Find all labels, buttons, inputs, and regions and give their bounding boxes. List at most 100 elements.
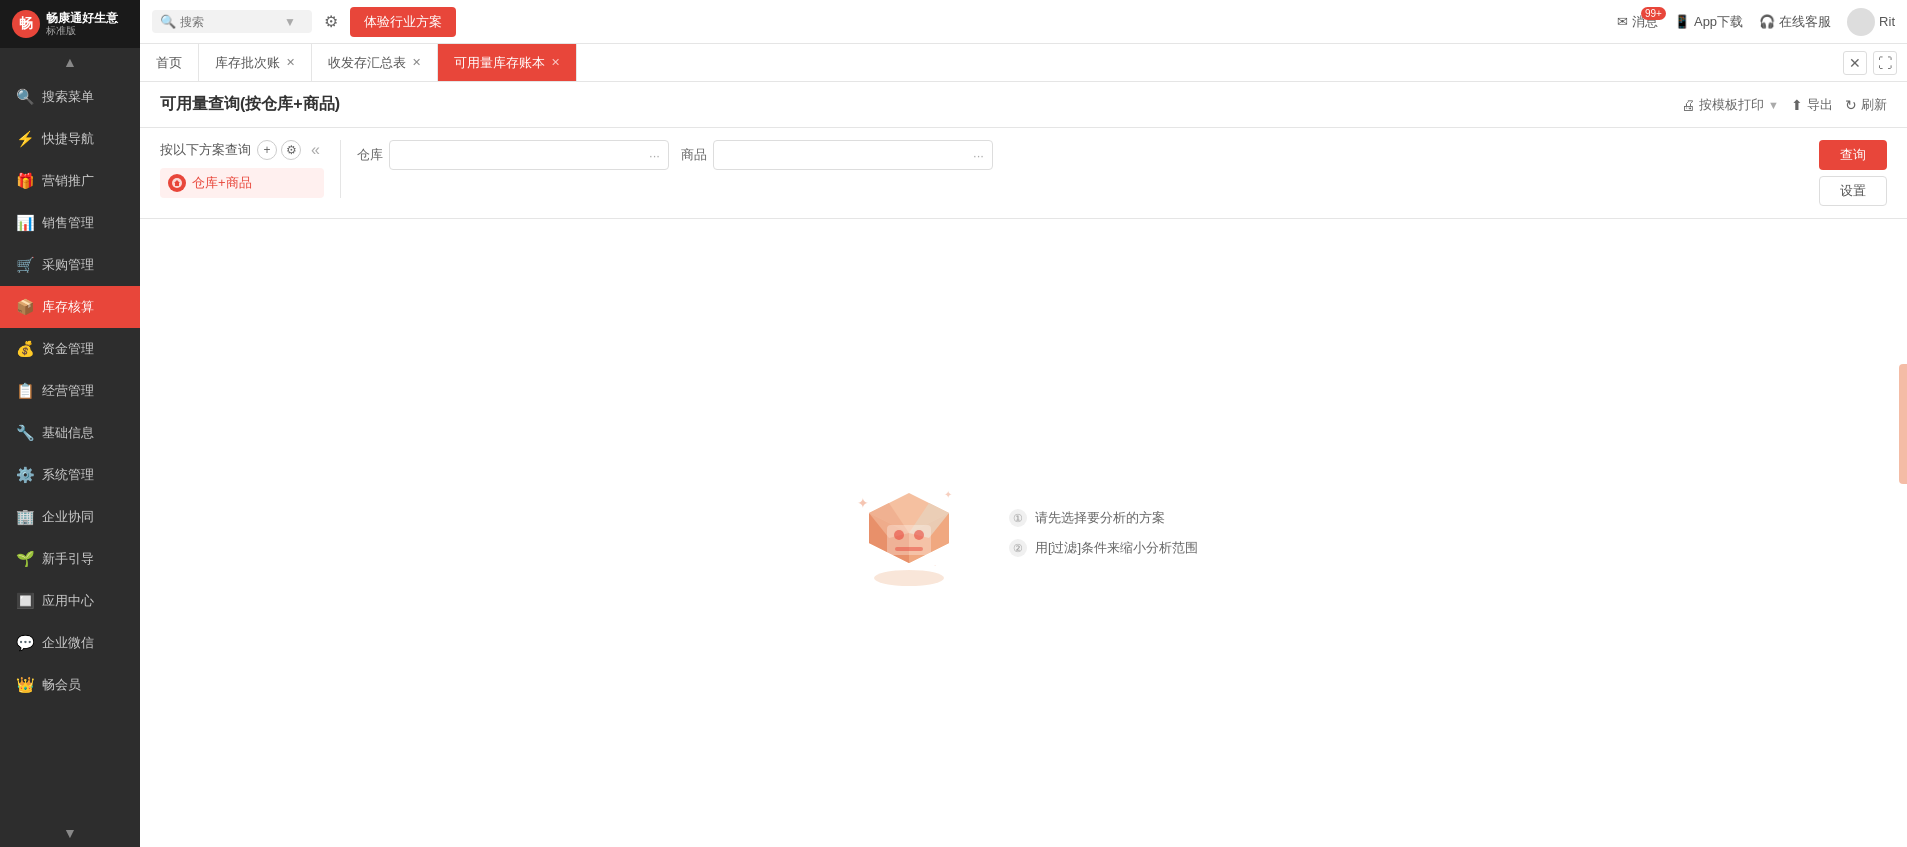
scheme-item-icon — [168, 174, 186, 192]
topbar-search-input[interactable] — [180, 15, 280, 29]
newguide-icon: 🌱 — [16, 550, 34, 568]
filter-row-1: 仓库 ··· 商品 ··· — [357, 140, 1791, 170]
sidebar-item-purchase[interactable]: 🛒 采购管理 — [0, 244, 140, 286]
topbar-gear-icon[interactable]: ⚙ — [320, 8, 342, 35]
empty-hint-1: ① 请先选择要分析的方案 — [1009, 509, 1198, 527]
filter-scheme-header: 按以下方案查询 + ⚙ « — [160, 140, 324, 160]
svg-text:✦: ✦ — [944, 489, 952, 500]
query-button[interactable]: 查询 — [1819, 140, 1887, 170]
refresh-icon: ↻ — [1845, 97, 1857, 113]
tab-available-ledger-close[interactable]: ✕ — [551, 57, 560, 68]
sidebar-item-member[interactable]: 👑 畅会员 — [0, 664, 140, 706]
tab-home[interactable]: 首页 — [140, 44, 199, 82]
sidebar-nav: 🔍 搜索菜单 ⚡ 快捷导航 🎁 营销推广 📊 销售管理 🛒 采购管理 📦 库存核… — [0, 76, 140, 819]
scheme-add-button[interactable]: + — [257, 140, 277, 160]
sidebar-item-finance[interactable]: 💰 资金管理 — [0, 328, 140, 370]
sidebar-item-new-guide[interactable]: 🌱 新手引导 — [0, 538, 140, 580]
sidebar-item-operations[interactable]: 📋 经营管理 — [0, 370, 140, 412]
wechat-icon: 💬 — [16, 634, 34, 652]
warehouse-input-box[interactable]: ··· — [389, 140, 669, 170]
svg-point-10 — [914, 530, 924, 540]
filter-field-warehouse: 仓库 ··· — [357, 140, 669, 170]
sidebar-item-marketing[interactable]: 🎁 营销推广 — [0, 160, 140, 202]
print-button[interactable]: 🖨 按模板打印 ▼ — [1681, 96, 1779, 114]
sidebar-item-system[interactable]: ⚙️ 系统管理 — [0, 454, 140, 496]
finance-icon: 💰 — [16, 340, 34, 358]
sales-icon: 📊 — [16, 214, 34, 232]
svg-rect-11 — [895, 547, 923, 551]
tab-collect-summary-close[interactable]: ✕ — [412, 57, 421, 68]
user-avatar-area[interactable]: Rit — [1847, 8, 1895, 36]
sidebar: 畅 畅康通好生意 标准版 ▲ 🔍 搜索菜单 ⚡ 快捷导航 🎁 营销推广 📊 销售… — [0, 0, 140, 847]
online-service-button[interactable]: 🎧 在线客服 — [1759, 13, 1831, 31]
filter-collapse-button[interactable]: « — [307, 141, 324, 159]
message-icon: ✉ — [1617, 14, 1628, 29]
topbar-search-icon: 🔍 — [160, 14, 176, 29]
export-icon: ⬆ — [1791, 97, 1803, 113]
sidebar-item-inventory[interactable]: 📦 库存核算 — [0, 286, 140, 328]
sidebar-item-enterprise-wechat[interactable]: 💬 企业微信 — [0, 622, 140, 664]
scheme-item-warehouse-product[interactable]: 仓库+商品 — [160, 168, 324, 198]
filter-fields: 仓库 ··· 商品 ··· — [357, 140, 1791, 170]
sidebar-scroll-down[interactable]: ▼ — [0, 819, 140, 847]
tabs-bar: 首页 库存批次账 ✕ 收发存汇总表 ✕ 可用量库存账本 ✕ ✕ ⛶ — [140, 44, 1907, 82]
tab-fullscreen-button[interactable]: ⛶ — [1873, 51, 1897, 75]
scheme-settings-button[interactable]: ⚙ — [281, 140, 301, 160]
tab-available-ledger[interactable]: 可用量库存账本 ✕ — [438, 44, 577, 82]
sidebar-item-app-center[interactable]: 🔲 应用中心 — [0, 580, 140, 622]
purchase-icon: 🛒 — [16, 256, 34, 274]
content-area: 可用量查询(按仓库+商品) 🖨 按模板打印 ▼ ⬆ 导出 ↻ 刷新 — [140, 82, 1907, 847]
sidebar-item-search[interactable]: 🔍 搜索菜单 — [0, 76, 140, 118]
message-button[interactable]: ✉ 消息 99+ — [1617, 13, 1658, 31]
app-download-button[interactable]: 📱 App下载 — [1674, 13, 1743, 31]
empty-content: ✦ ✦ · ① 请先选择要分析的方案 ② 用[过滤]条件来缩小分析范围 — [849, 473, 1198, 593]
system-icon: ⚙️ — [16, 466, 34, 484]
empty-hint-2: ② 用[过滤]条件来缩小分析范围 — [1009, 539, 1198, 557]
sidebar-logo: 畅 畅康通好生意 标准版 — [0, 0, 140, 48]
product-input-box[interactable]: ··· — [713, 140, 993, 170]
filter-area: 按以下方案查询 + ⚙ « 仓库+商品 — [140, 128, 1907, 219]
sidebar-item-quick-nav[interactable]: ⚡ 快捷导航 — [0, 118, 140, 160]
query-actions: 查询 设置 — [1819, 140, 1887, 206]
filter-scheme-panel: 按以下方案查询 + ⚙ « 仓库+商品 — [160, 140, 341, 198]
user-avatar — [1847, 8, 1875, 36]
sidebar-item-basic-info[interactable]: 🔧 基础信息 — [0, 412, 140, 454]
filter-field-product: 商品 ··· — [681, 140, 993, 170]
product-more-icon[interactable]: ··· — [973, 148, 984, 163]
product-input[interactable] — [722, 148, 973, 163]
refresh-button[interactable]: ↻ 刷新 — [1845, 96, 1887, 114]
sidebar-item-sales[interactable]: 📊 销售管理 — [0, 202, 140, 244]
svg-point-1 — [874, 570, 944, 586]
main-area: 🔍 ▼ ⚙ 体验行业方案 ✉ 消息 99+ 📱 App下载 🎧 在线客服 Rit — [140, 0, 1907, 847]
right-scrollbar-hint[interactable] — [1899, 364, 1907, 484]
warehouse-more-icon[interactable]: ··· — [649, 148, 660, 163]
topbar-right: ✉ 消息 99+ 📱 App下载 🎧 在线客服 Rit — [1617, 8, 1895, 36]
tab-collect-summary[interactable]: 收发存汇总表 ✕ — [312, 44, 438, 82]
set-button[interactable]: 设置 — [1819, 176, 1887, 206]
sidebar-item-enterprise[interactable]: 🏢 企业协同 — [0, 496, 140, 538]
service-icon: 🎧 — [1759, 14, 1775, 29]
warehouse-input[interactable] — [398, 148, 649, 163]
basicinfo-icon: 🔧 — [16, 424, 34, 442]
search-icon: 🔍 — [16, 88, 34, 106]
export-button[interactable]: ⬆ 导出 — [1791, 96, 1833, 114]
svg-text:✦: ✦ — [857, 495, 869, 511]
enterprise-icon: 🏢 — [16, 508, 34, 526]
marketing-icon: 🎁 — [16, 172, 34, 190]
tab-batch-account-close[interactable]: ✕ — [286, 57, 295, 68]
topbar-search-box[interactable]: 🔍 ▼ — [152, 10, 312, 33]
tab-close-all-button[interactable]: ✕ — [1843, 51, 1867, 75]
empty-hints: ① 请先选择要分析的方案 ② 用[过滤]条件来缩小分析范围 — [1009, 509, 1198, 557]
print-dropdown-icon[interactable]: ▼ — [1768, 99, 1779, 111]
logo-icon: 畅 — [12, 10, 40, 38]
app-icon: 📱 — [1674, 14, 1690, 29]
page-header-actions: 🖨 按模板打印 ▼ ⬆ 导出 ↻ 刷新 — [1681, 96, 1887, 114]
empty-state: ✦ ✦ · ① 请先选择要分析的方案 ② 用[过滤]条件来缩小分析范围 — [140, 219, 1907, 847]
page-title: 可用量查询(按仓库+商品) — [160, 94, 340, 115]
operations-icon: 📋 — [16, 382, 34, 400]
svg-text:·: · — [934, 561, 936, 570]
topbar-search-dropdown-icon[interactable]: ▼ — [284, 15, 296, 29]
tab-batch-account[interactable]: 库存批次账 ✕ — [199, 44, 312, 82]
sidebar-scroll-up[interactable]: ▲ — [0, 48, 140, 76]
solution-button[interactable]: 体验行业方案 — [350, 7, 456, 37]
